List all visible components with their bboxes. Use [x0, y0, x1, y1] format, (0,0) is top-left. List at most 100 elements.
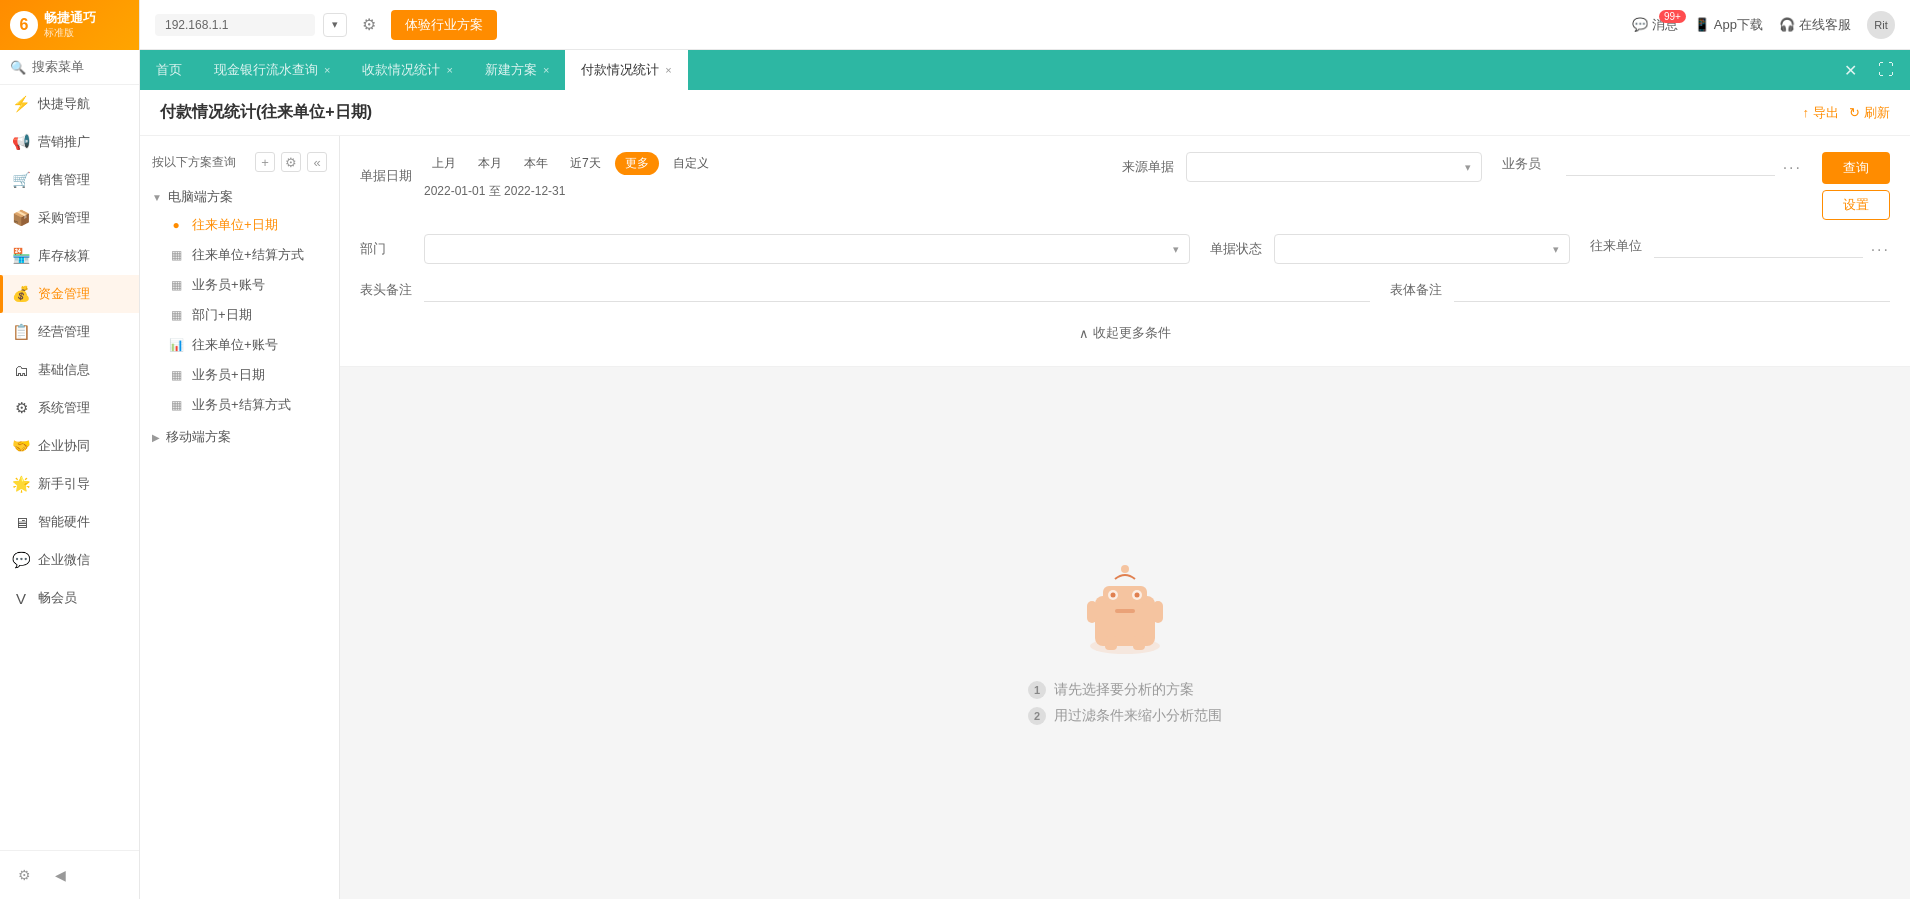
- scheme-item-dept-date[interactable]: ▦部门+日期: [140, 300, 339, 330]
- sidebar-item-quick-nav[interactable]: ⚡快捷导航: [0, 85, 139, 123]
- collapse-panel-btn[interactable]: «: [307, 152, 327, 172]
- sidebar-item-sales[interactable]: 🛒 销售管理: [0, 161, 139, 199]
- svg-point-5: [1111, 593, 1116, 598]
- salesman-label: 业务员: [1502, 155, 1558, 173]
- sidebar-item-basic-info[interactable]: 🗂基础信息: [0, 351, 139, 389]
- message-btn[interactable]: 💬 消息 99+: [1632, 16, 1678, 34]
- trial-btn[interactable]: 体验行业方案: [391, 10, 497, 40]
- date-btn-custom[interactable]: 自定义: [665, 152, 717, 175]
- scheme-item-icon-salesman-account: ▦: [168, 277, 184, 293]
- scheme-item-icon-salesman-settle: ▦: [168, 397, 184, 413]
- salesman-dots-btn[interactable]: ...: [1783, 155, 1802, 173]
- tab-close-cashflow[interactable]: ×: [324, 64, 330, 76]
- sidebar-settings-btn[interactable]: ⚙: [10, 861, 38, 889]
- sidebar-item-guide[interactable]: 🌟新手引导: [0, 465, 139, 503]
- left-panel-actions: + ⚙ «: [255, 152, 327, 172]
- table-header-note-label: 表头备注: [360, 281, 416, 299]
- scheme-item-counterparty-settle[interactable]: ▦往来单位+结算方式: [140, 240, 339, 270]
- sidebar-item-icon-member: V: [12, 589, 30, 607]
- scheme-group-label-desktop: 电脑端方案: [168, 188, 233, 206]
- tab-payments[interactable]: 付款情况统计×: [565, 50, 687, 90]
- dept-select[interactable]: ▾: [424, 234, 1190, 264]
- scheme-group-header-desktop[interactable]: ▼电脑端方案: [140, 184, 339, 210]
- date-btn-this-month[interactable]: 本月: [470, 152, 510, 175]
- sidebar-item-enterprise[interactable]: 🤝企业协同: [0, 427, 139, 465]
- collapse-row: ∧ 收起更多条件: [360, 316, 1890, 350]
- collapse-label: 收起更多条件: [1093, 324, 1171, 342]
- tab-new-scheme[interactable]: 新建方案×: [469, 50, 565, 90]
- app-download-btn[interactable]: 📱 App下载: [1694, 16, 1763, 34]
- sidebar-item-purchase[interactable]: 📦采购管理: [0, 199, 139, 237]
- message-badge: 99+: [1659, 10, 1686, 23]
- tab-receipts[interactable]: 收款情况统计×: [346, 50, 468, 90]
- scheme-groups: ▼电脑端方案●往来单位+日期▦往来单位+结算方式▦业务员+账号▦部门+日期📊往来…: [140, 184, 339, 450]
- online-service-btn[interactable]: 🎧 在线客服: [1779, 16, 1851, 34]
- date-range-text: 2022-01-01 至 2022-12-31: [424, 183, 864, 200]
- scheme-query-label: 按以下方案查询: [152, 154, 236, 171]
- topbar-right: 💬 消息 99+ 📱 App下载 🎧 在线客服 Rit: [1632, 11, 1895, 39]
- date-btn-last-7[interactable]: 近7天: [562, 152, 609, 175]
- date-btn-last-month[interactable]: 上月: [424, 152, 464, 175]
- sidebar: 6 畅捷通巧 标准版 🔍 搜索菜单 ⚡快捷导航📢营销推广🛒销售管理📦采购管理🏪库…: [0, 0, 140, 899]
- sidebar-item-wechat[interactable]: 💬企业微信: [0, 541, 139, 579]
- tab-close-receipts[interactable]: ×: [446, 64, 452, 76]
- sidebar-item-icon-enterprise: 🤝: [12, 437, 30, 455]
- scheme-item-salesman-settle[interactable]: ▦业务员+结算方式: [140, 390, 339, 420]
- address-dropdown-btn[interactable]: ▾: [323, 13, 347, 37]
- scheme-group-header-mobile[interactable]: ▶移动端方案: [140, 424, 339, 450]
- hint-text-1: 请先选择要分析的方案: [1054, 681, 1194, 699]
- app-icon: 📱: [1694, 17, 1710, 32]
- sidebar-collapse-btn[interactable]: ◀: [46, 861, 74, 889]
- sidebar-item-inventory[interactable]: 🏪库存核算: [0, 237, 139, 275]
- table-body-note-input[interactable]: [1454, 278, 1890, 302]
- sidebar-item-icon-sales: 🛒: [12, 171, 30, 189]
- add-scheme-btn[interactable]: +: [255, 152, 275, 172]
- search-menu[interactable]: 🔍 搜索菜单: [0, 50, 139, 85]
- sidebar-item-member[interactable]: V畅会员: [0, 579, 139, 617]
- filter-settings-btn[interactable]: 设置: [1822, 190, 1890, 220]
- sidebar-item-label-sales: 销售管理: [38, 171, 90, 189]
- sidebar-item-finance[interactable]: 💰资金管理: [0, 275, 139, 313]
- collapse-btn[interactable]: ∧ 收起更多条件: [1079, 324, 1171, 342]
- sidebar-item-hardware[interactable]: 🖥智能硬件: [0, 503, 139, 541]
- refresh-btn[interactable]: ↻刷新: [1849, 104, 1890, 122]
- sidebar-item-label-quick-nav: 快捷导航: [38, 95, 90, 113]
- scheme-item-label-counterparty-date: 往来单位+日期: [192, 216, 278, 234]
- fullscreen-btn[interactable]: ⛶: [1872, 56, 1900, 84]
- scheme-item-salesman-date[interactable]: ▦业务员+日期: [140, 360, 339, 390]
- export-btn[interactable]: ↑导出: [1803, 104, 1840, 122]
- logo-text: 畅捷通巧 标准版: [44, 10, 96, 40]
- user-avatar[interactable]: Rit: [1867, 11, 1895, 39]
- table-header-note-input[interactable]: [424, 278, 1370, 302]
- salesman-input[interactable]: [1566, 152, 1775, 176]
- counterparty-dots-btn[interactable]: ...: [1871, 237, 1890, 255]
- close-all-tabs-btn[interactable]: ✕: [1836, 56, 1864, 84]
- query-btn[interactable]: 查询: [1822, 152, 1890, 184]
- scheme-item-salesman-account[interactable]: ▦业务员+账号: [140, 270, 339, 300]
- scheme-settings-btn[interactable]: ⚙: [281, 152, 301, 172]
- counterparty-label: 往来单位: [1590, 237, 1646, 255]
- scheme-item-counterparty-account[interactable]: 📊往来单位+账号: [140, 330, 339, 360]
- address-bar: 192.168.1.1: [155, 14, 315, 36]
- voucher-status-select[interactable]: ▾: [1274, 234, 1570, 264]
- tab-cashflow[interactable]: 现金银行流水查询×: [198, 50, 346, 90]
- tab-close-new-scheme[interactable]: ×: [543, 64, 549, 76]
- tab-home[interactable]: 首页: [140, 50, 198, 90]
- scheme-group-desktop: ▼电脑端方案●往来单位+日期▦往来单位+结算方式▦业务员+账号▦部门+日期📊往来…: [140, 184, 339, 420]
- topbar-settings-btn[interactable]: ⚙: [355, 11, 383, 39]
- collapse-icon: ∧: [1079, 326, 1089, 341]
- voucher-status-arrow-icon: ▾: [1553, 243, 1559, 256]
- source-select[interactable]: ▾: [1186, 152, 1482, 182]
- scheme-item-counterparty-date[interactable]: ●往来单位+日期: [140, 210, 339, 240]
- sidebar-item-operations[interactable]: 📋经营管理: [0, 313, 139, 351]
- tab-close-payments[interactable]: ×: [665, 64, 671, 76]
- date-btn-more[interactable]: 更多: [615, 152, 659, 175]
- sidebar-item-marketing[interactable]: 📢营销推广: [0, 123, 139, 161]
- filter-area: 单据日期 上月本月本年近7天更多自定义2022-01-01 至 2022-12-…: [340, 136, 1910, 367]
- sidebar-item-system[interactable]: ⚙系统管理: [0, 389, 139, 427]
- date-btn-this-year[interactable]: 本年: [516, 152, 556, 175]
- counterparty-input[interactable]: [1654, 234, 1863, 258]
- table-header-note-filter: 表头备注: [360, 278, 1370, 302]
- source-label: 来源单据: [1122, 158, 1178, 176]
- active-marker: [0, 275, 3, 313]
